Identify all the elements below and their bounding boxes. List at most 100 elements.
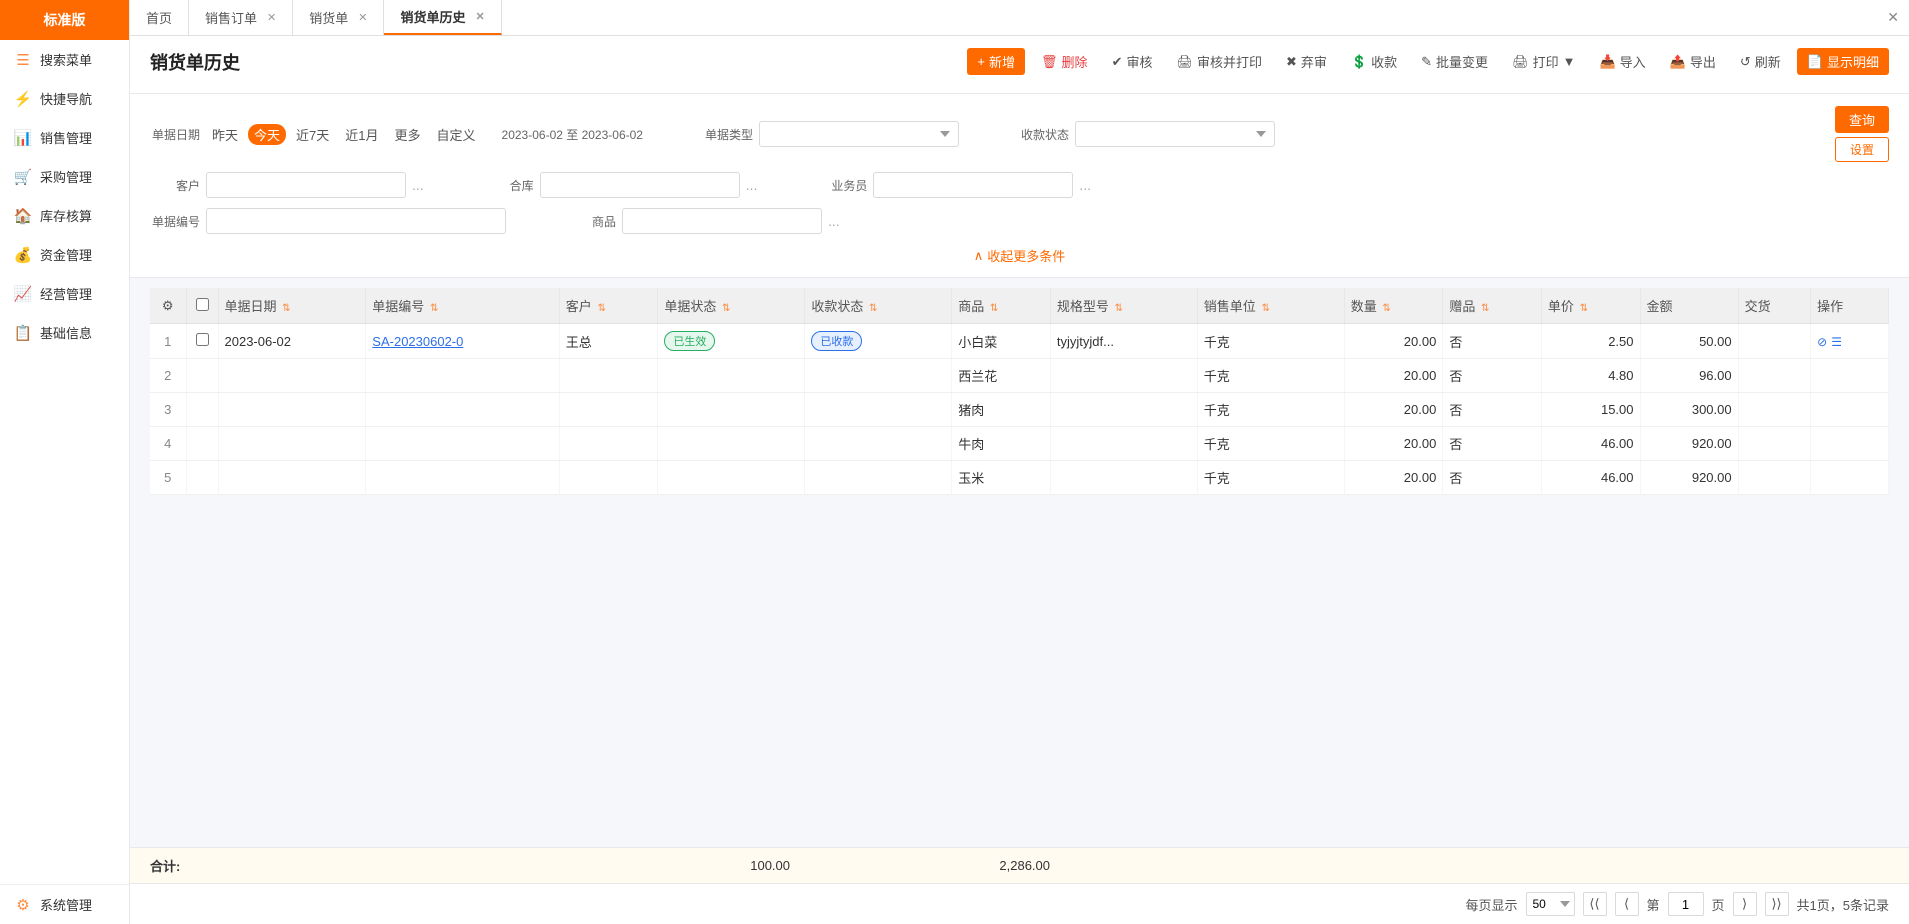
table-footer: 合计: 100.00 2,286.00	[130, 847, 1909, 883]
business-ellipsis[interactable]: ...	[1079, 177, 1091, 193]
business-input[interactable]	[873, 172, 1073, 198]
row-doc-no-4[interactable]	[366, 461, 560, 495]
sidebar-item-basic-info[interactable]: 📋 基础信息	[0, 313, 129, 352]
add-button[interactable]: + 新增	[967, 48, 1025, 75]
row-goods-1: 西兰花	[952, 359, 1051, 393]
warehouse-input[interactable]	[540, 172, 740, 198]
row-gift-4: 否	[1443, 461, 1542, 495]
query-button[interactable]: 查询	[1835, 106, 1889, 133]
goods-ellipsis[interactable]: ...	[828, 213, 840, 229]
date-tag-custom[interactable]: 自定义	[431, 124, 482, 145]
warehouse-ellipsis[interactable]: ...	[746, 177, 758, 193]
window-close-btn[interactable]: ✕	[1877, 0, 1909, 35]
sidebar-item-finance[interactable]: 💰 资金管理	[0, 235, 129, 274]
row-check-1[interactable]	[186, 359, 218, 393]
sidebar: 标准版 ☰ 搜索菜单 ⚡ 快捷导航 📊 销售管理 🛒 采购管理 🏠 库存核算 💰…	[0, 0, 130, 924]
row-doc-no-0[interactable]: SA-20230602-0	[366, 324, 560, 359]
doc-type-select[interactable]	[759, 121, 959, 147]
col-goods[interactable]: 商品 ⇅	[952, 288, 1051, 324]
col-gift[interactable]: 赠品 ⇅	[1443, 288, 1542, 324]
doc-type-filter-group: 单据类型	[703, 121, 959, 147]
customer-input[interactable]	[206, 172, 406, 198]
col-doc-status[interactable]: 单据状态 ⇅	[658, 288, 805, 324]
row-checkbox[interactable]	[196, 333, 209, 346]
total-label: 合计:	[150, 856, 250, 875]
row-check-3[interactable]	[186, 427, 218, 461]
settings-button[interactable]: 设置	[1835, 137, 1889, 162]
goods-input[interactable]	[622, 208, 822, 234]
collapse-button[interactable]: ∧ 收起更多条件	[974, 246, 1066, 265]
tab-sales-delivery[interactable]: 销货单 ✕	[293, 0, 384, 35]
row-gift-2: 否	[1443, 393, 1542, 427]
doc-no-input[interactable]	[206, 208, 506, 234]
tab-sales-history[interactable]: 销货单历史 ✕	[384, 0, 501, 35]
col-spec[interactable]: 规格型号 ⇅	[1050, 288, 1197, 324]
audit-button[interactable]: ✔ 审核	[1104, 48, 1161, 75]
col-check[interactable]	[186, 288, 218, 324]
tab-sales-history-close[interactable]: ✕	[476, 10, 485, 23]
date-filter-group: 单据日期 昨天 今天 近7天 近1月 更多 自定义	[150, 124, 482, 145]
row-check-4[interactable]	[186, 461, 218, 495]
sidebar-item-sales-mgmt[interactable]: 📊 销售管理	[0, 118, 129, 157]
row-collect-status-2	[805, 393, 952, 427]
sidebar-item-purchase-mgmt[interactable]: 🛒 采购管理	[0, 157, 129, 196]
audit-print-button[interactable]: 🖨 审核并打印	[1168, 48, 1270, 75]
export-button[interactable]: 📤 导出	[1662, 48, 1724, 75]
date-tag-7days[interactable]: 近7天	[290, 124, 335, 145]
sidebar-item-operation[interactable]: 📈 经营管理	[0, 274, 129, 313]
print-button[interactable]: 🖨 打印 ▼	[1504, 48, 1583, 75]
row-check-0[interactable]	[186, 324, 218, 359]
row-doc-no-1[interactable]	[366, 359, 560, 393]
date-tag-yesterday[interactable]: 昨天	[206, 124, 244, 145]
per-page-select[interactable]: 50 20 100	[1526, 892, 1575, 916]
first-page-btn[interactable]: ⟨⟨	[1583, 892, 1607, 916]
col-price[interactable]: 单价 ⇅	[1541, 288, 1640, 324]
sidebar-item-inventory[interactable]: 🏠 库存核算	[0, 196, 129, 235]
batch-change-button[interactable]: ✎ 批量变更	[1413, 48, 1496, 75]
col-unit[interactable]: 销售单位 ⇅	[1197, 288, 1344, 324]
main-content: 首页 销售订单 ✕ 销货单 ✕ 销货单历史 ✕ ✕ 销货单历史 + 新增	[130, 0, 1909, 924]
collect-status-select[interactable]	[1075, 121, 1275, 147]
date-tag-today[interactable]: 今天	[248, 124, 286, 145]
col-doc-no[interactable]: 单据编号 ⇅	[366, 288, 560, 324]
tab-sales-order-close[interactable]: ✕	[267, 11, 276, 24]
row-doc-date-4	[218, 461, 366, 495]
date-tag-1month[interactable]: 近1月	[339, 124, 384, 145]
col-qty[interactable]: 数量 ⇅	[1344, 288, 1443, 324]
show-detail-button[interactable]: 📄 显示明细	[1797, 48, 1889, 75]
more-btn[interactable]: ☰	[1831, 335, 1842, 349]
collect-button[interactable]: 💲 收款	[1343, 48, 1405, 75]
col-gear[interactable]: ⚙	[150, 288, 186, 324]
refresh-button[interactable]: ↺ 刷新	[1732, 48, 1789, 75]
col-customer[interactable]: 客户 ⇅	[559, 288, 658, 324]
last-page-btn[interactable]: ⟩⟩	[1765, 892, 1789, 916]
business-label: 业务员	[817, 177, 867, 194]
abandon-button[interactable]: ✖ 弃审	[1278, 48, 1335, 75]
tab-sales-delivery-close[interactable]: ✕	[358, 11, 367, 24]
row-unit-3: 千克	[1197, 427, 1344, 461]
tab-sales-order[interactable]: 销售订单 ✕	[189, 0, 293, 35]
sidebar-item-sys-mgmt[interactable]: ⚙ 系统管理	[0, 884, 129, 924]
row-qty-1: 20.00	[1344, 359, 1443, 393]
prev-page-btn[interactable]: ⟨	[1615, 892, 1639, 916]
doc-type-label: 单据类型	[703, 126, 753, 143]
customer-ellipsis[interactable]: ...	[412, 177, 424, 193]
date-tag-more[interactable]: 更多	[389, 124, 427, 145]
row-check-2[interactable]	[186, 393, 218, 427]
delete-button[interactable]: 🗑 删除	[1033, 48, 1096, 75]
sidebar-item-search-menu[interactable]: ☰ 搜索菜单	[0, 40, 129, 79]
edit-btn[interactable]: ⊘	[1817, 335, 1827, 349]
col-doc-date[interactable]: 单据日期 ⇅	[218, 288, 366, 324]
sidebar-item-quick-nav[interactable]: ⚡ 快捷导航	[0, 79, 129, 118]
next-page-btn[interactable]: ⟩	[1733, 892, 1757, 916]
sidebar-logo: 标准版	[0, 0, 129, 40]
import-button[interactable]: 📥 导入	[1591, 48, 1653, 75]
col-collect-status[interactable]: 收款状态 ⇅	[805, 288, 952, 324]
print-icon: 🖨	[1512, 54, 1529, 70]
current-page-input[interactable]	[1668, 892, 1704, 916]
select-all-checkbox[interactable]	[196, 298, 209, 311]
row-doc-no-2[interactable]	[366, 393, 560, 427]
row-doc-no-3[interactable]	[366, 427, 560, 461]
row-qty-4: 20.00	[1344, 461, 1443, 495]
tab-home[interactable]: 首页	[130, 0, 189, 35]
